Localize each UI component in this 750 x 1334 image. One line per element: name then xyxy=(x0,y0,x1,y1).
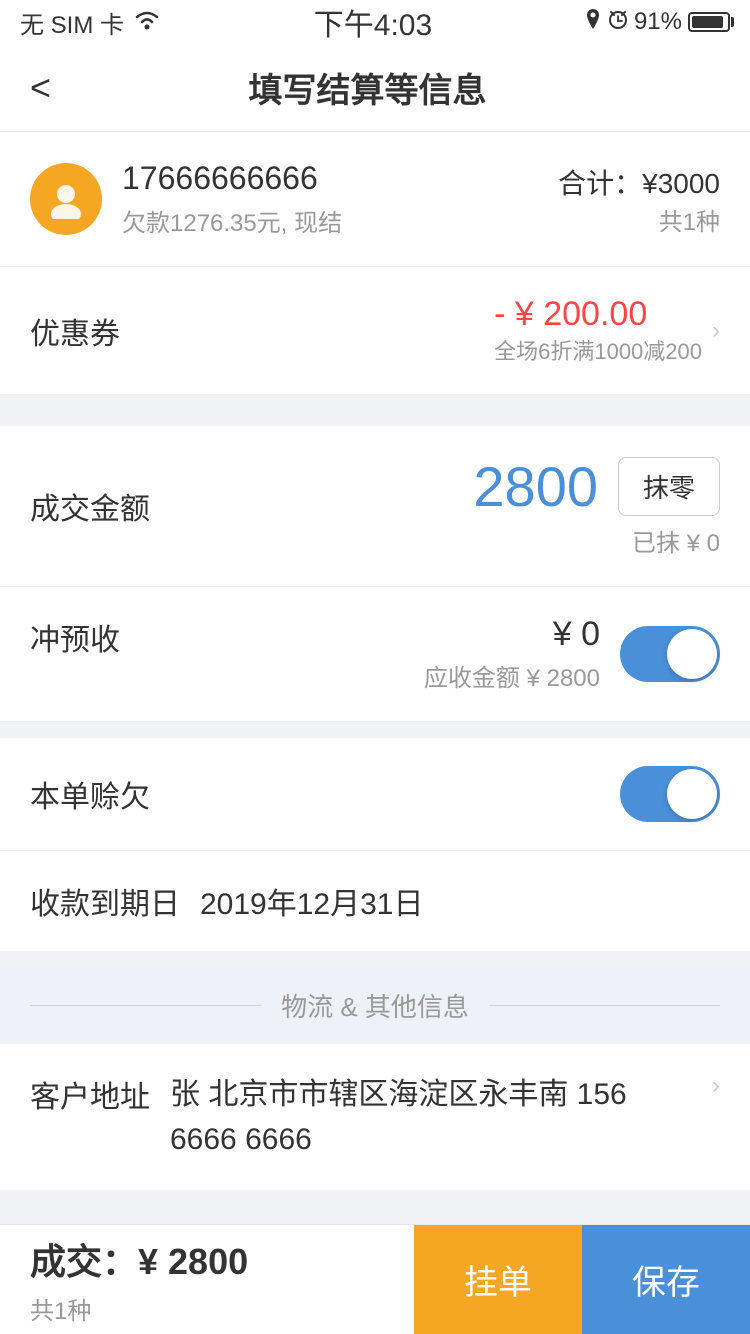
coupon-row[interactable]: 优惠券 - ¥ 200.00 全场6折满1000减200 › xyxy=(0,266,750,394)
credit-label: 本单赊欠 xyxy=(30,772,150,816)
prepay-row: 冲预收 ¥ 0 应收金额 ¥ 2800 xyxy=(0,587,750,722)
credit-row: 本单赊欠 xyxy=(0,738,750,851)
deal-amount-label: 成交金额 xyxy=(30,484,150,528)
deal-amount-row: 成交金额 2800 抹零 已抹 ¥ 0 xyxy=(0,426,750,587)
due-date-row: 收款到期日 2019年12月31日 xyxy=(0,851,750,951)
user-debt: 欠款1276.35元, 现结 xyxy=(122,203,342,238)
coupon-amount: - ¥ 200.00 xyxy=(494,295,647,333)
status-bar: 无 SIM 卡 下午4:03 91% xyxy=(0,0,750,44)
avatar xyxy=(30,163,102,235)
due-date-label: 收款到期日 xyxy=(30,879,180,923)
bottom-deal-amount: ¥ 2800 xyxy=(138,1241,248,1282)
back-button[interactable]: < xyxy=(30,67,51,109)
coupon-right: - ¥ 200.00 全场6折满1000减200 › xyxy=(494,295,720,366)
battery-text: 91% xyxy=(634,8,682,36)
deal-amount-value-area: 2800 抹零 xyxy=(473,454,720,519)
address-row[interactable]: 客户地址 张 北京市市辖区海淀区永丰南 156 6666 6666 › xyxy=(0,1044,750,1190)
prepay-amount-block: ¥ 0 应收金额 ¥ 2800 xyxy=(424,615,600,693)
bottom-deal-prefix: 成交： xyxy=(30,1241,138,1282)
deal-section: 成交金额 2800 抹零 已抹 ¥ 0 冲预收 ¥ 0 应收金额 ¥ 2800 xyxy=(0,426,750,722)
coupon-label: 优惠券 xyxy=(30,309,120,353)
bottom-bar: 成交：¥ 2800 共1种 挂单 保存 xyxy=(0,1224,750,1334)
hold-order-button[interactable]: 挂单 xyxy=(414,1225,582,1334)
address-value: 张 北京市市辖区海淀区永丰南 156 6666 6666 xyxy=(170,1072,692,1162)
location-icon xyxy=(584,8,602,37)
save-button[interactable]: 保存 xyxy=(582,1225,750,1334)
prepay-sub: 应收金额 ¥ 2800 xyxy=(424,658,600,693)
section-divider-2 xyxy=(0,722,750,738)
alarm-icon xyxy=(608,8,628,37)
toggle-knob xyxy=(667,629,717,679)
chevron-right-icon: › xyxy=(712,317,720,345)
user-left: 17666666666 欠款1276.35元, 现结 xyxy=(30,160,342,238)
nav-bar: < 填写结算等信息 xyxy=(0,44,750,132)
carrier-label: 无 SIM 卡 xyxy=(20,5,124,40)
address-label: 客户地址 xyxy=(30,1072,150,1116)
status-left: 无 SIM 卡 xyxy=(20,5,162,40)
round-zero-button[interactable]: 抹零 xyxy=(618,457,720,516)
bottom-deal-text: 成交：¥ 2800 xyxy=(30,1233,384,1285)
user-section: 17666666666 欠款1276.35元, 现结 合计：¥3000 共1种 … xyxy=(0,132,750,394)
prepay-label: 冲预收 xyxy=(30,615,120,659)
coupon-desc: 全场6折满1000减200 xyxy=(494,334,702,366)
deal-amount-value[interactable]: 2800 xyxy=(473,454,598,519)
logistics-line-left xyxy=(30,1005,261,1006)
wifi-icon xyxy=(132,8,162,37)
bottom-count: 共1种 xyxy=(30,1291,384,1326)
logistics-divider: 物流 & 其他信息 xyxy=(0,967,750,1044)
deal-amount-sub: 已抹 ¥ 0 xyxy=(632,523,720,558)
section-divider-1 xyxy=(0,410,750,426)
user-right: 合计：¥3000 共1种 xyxy=(558,162,720,237)
user-row: 17666666666 欠款1276.35元, 现结 合计：¥3000 共1种 xyxy=(0,132,750,266)
status-right: 91% xyxy=(584,8,730,37)
status-time: 下午4:03 xyxy=(314,0,432,44)
page-title: 填写结算等信息 xyxy=(71,63,664,112)
address-chevron-icon: › xyxy=(712,1072,720,1100)
prepay-right: ¥ 0 应收金额 ¥ 2800 xyxy=(424,615,720,693)
battery-icon xyxy=(688,12,730,32)
user-count: 共1种 xyxy=(558,202,720,237)
prepay-toggle[interactable] xyxy=(620,626,720,682)
logistics-line-right xyxy=(489,1005,720,1006)
user-phone: 17666666666 xyxy=(122,160,342,197)
prepay-amount: ¥ 0 xyxy=(424,615,600,654)
due-date-value: 2019年12月31日 xyxy=(200,879,423,923)
section-divider-3 xyxy=(0,951,750,967)
bottom-summary: 成交：¥ 2800 共1种 xyxy=(0,1233,414,1326)
credit-toggle[interactable] xyxy=(620,766,720,822)
logistics-label: 物流 & 其他信息 xyxy=(281,987,469,1024)
credit-toggle-knob xyxy=(667,769,717,819)
user-info: 17666666666 欠款1276.35元, 现结 xyxy=(122,160,342,238)
user-total: 合计：¥3000 xyxy=(558,162,720,202)
